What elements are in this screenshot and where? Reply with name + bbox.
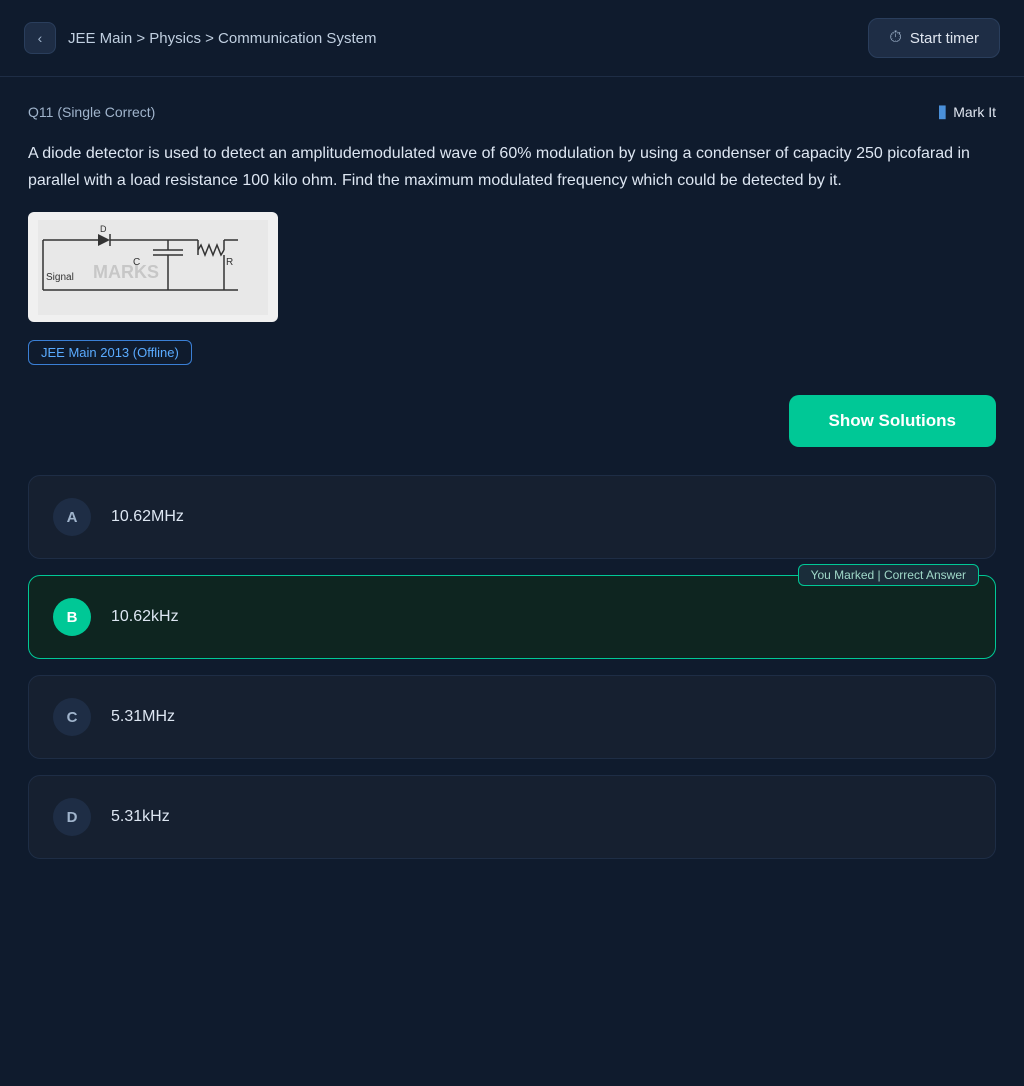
circuit-diagram: Signal D C: [28, 212, 278, 322]
option-item-c[interactable]: C 5.31MHz: [28, 675, 996, 759]
timer-icon: ⏱: [889, 29, 901, 47]
back-button[interactable]: ‹: [24, 22, 56, 54]
option-circle-d: D: [53, 798, 91, 836]
content-area: Q11 (Single Correct) ▮ Mark It A diode d…: [0, 77, 1024, 883]
exam-tag: JEE Main 2013 (Offline): [28, 340, 192, 365]
chevron-left-icon: ‹: [38, 30, 43, 46]
options-list: A 10.62MHz You Marked | Correct Answer B 10.…: [28, 475, 996, 859]
question-text: A diode detector is used to detect an am…: [28, 140, 996, 194]
option-item-b[interactable]: You Marked | Correct AnswerB10.62kHz: [28, 575, 996, 659]
svg-text:D: D: [100, 224, 107, 234]
header-left: ‹ JEE Main > Physics > Communication Sys…: [24, 22, 376, 54]
option-text-a: 10.62MHz: [111, 508, 184, 526]
solutions-row: Show Solutions: [28, 395, 996, 447]
start-timer-button[interactable]: ⏱ Start timer: [868, 18, 1000, 58]
question-label: Q11 (Single Correct): [28, 104, 155, 120]
svg-text:R: R: [226, 257, 233, 268]
option-text-c: 5.31MHz: [111, 708, 175, 726]
option-circle-a: A: [53, 498, 91, 536]
mark-it-label: Mark It: [953, 104, 996, 120]
bookmark-icon: ▮: [937, 101, 947, 122]
option-circle-c: C: [53, 698, 91, 736]
option-item-a[interactable]: A 10.62MHz: [28, 475, 996, 559]
option-text-b: 10.62kHz: [111, 608, 179, 626]
option-circle-b: B: [53, 598, 91, 636]
question-meta: Q11 (Single Correct) ▮ Mark It: [28, 101, 996, 122]
mark-it-button[interactable]: ▮ Mark It: [937, 101, 996, 122]
timer-label: Start timer: [910, 30, 979, 47]
option-item-d[interactable]: D 5.31kHz: [28, 775, 996, 859]
show-solutions-button[interactable]: Show Solutions: [789, 395, 997, 447]
svg-text:MARKS: MARKS: [93, 262, 159, 282]
option-text-d: 5.31kHz: [111, 808, 170, 826]
svg-text:Signal: Signal: [46, 272, 74, 283]
header: ‹ JEE Main > Physics > Communication Sys…: [0, 0, 1024, 77]
breadcrumb: JEE Main > Physics > Communication Syste…: [68, 30, 376, 47]
correct-badge: You Marked | Correct Answer: [798, 564, 979, 586]
